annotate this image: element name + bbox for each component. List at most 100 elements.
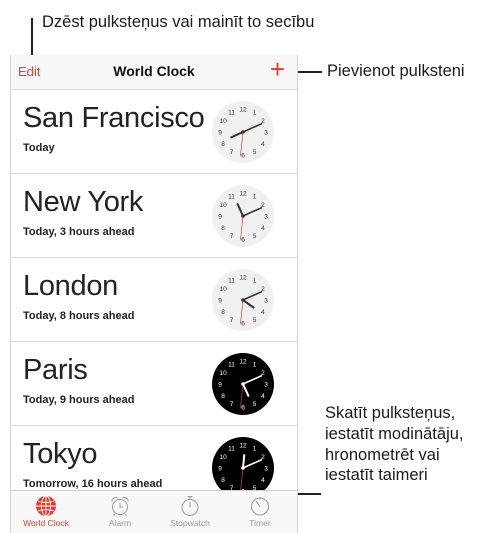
clock-numeral: 8 [221, 309, 225, 316]
city-name: Paris [23, 354, 88, 386]
clock-numeral: 4 [261, 225, 265, 232]
analog-clock: 123456789101112 [212, 101, 274, 163]
alarm-icon [111, 496, 129, 517]
city-name: London [23, 270, 118, 302]
tab-world-clock[interactable]: World Clock [15, 495, 77, 528]
clock-hub [241, 382, 245, 386]
time-offset: Today, 8 hours ahead [23, 310, 135, 322]
clock-hub [241, 298, 245, 302]
clock-numeral: 12 [239, 358, 247, 365]
clock-numeral: 10 [219, 118, 227, 125]
clock-numeral: 1 [253, 277, 257, 284]
tab-bar: World Clock Alarm Stopwatch Timer [11, 490, 297, 533]
clock-numeral: 6 [241, 236, 245, 243]
clock-numeral: 11 [228, 361, 235, 368]
clock-hub [241, 130, 245, 134]
clock-numeral: 3 [264, 129, 268, 136]
clock-numeral: 4 [261, 477, 265, 484]
clock-numeral: 6 [241, 404, 245, 411]
clock-numeral: 9 [218, 297, 222, 304]
city-name: Tokyo [23, 438, 98, 470]
clock-numeral: 12 [239, 442, 247, 449]
clock-numeral: 8 [221, 477, 225, 484]
clock-row[interactable]: London Today, 8 hours ahead 1 2 3 4 5 6 7 8 9 10 11 1… [11, 258, 297, 342]
clock-numeral: 12 [239, 274, 247, 281]
time-offset: Today [23, 142, 55, 154]
globe-icon [36, 495, 56, 517]
world-clock-screen: Edit World Clock + San Francisco Today 1 2 3… [10, 55, 298, 533]
stopwatch-icon [181, 496, 199, 516]
clock-numeral: 10 [219, 286, 227, 293]
clock-numeral: 3 [264, 297, 268, 304]
clock-numeral: 6 [241, 320, 245, 327]
clock-numeral: 7 [230, 233, 234, 240]
tab-label-world-clock: World Clock [23, 518, 69, 528]
callout-tabs-line-3: hronometrēt vai [325, 445, 440, 464]
callout-tabs: Skatīt pulksteņus, iestatīt modinātāju, … [325, 403, 464, 486]
clock-numeral: 6 [241, 152, 245, 159]
clock-numeral: 9 [218, 465, 222, 472]
clock-numeral: 7 [230, 317, 234, 324]
tab-label-alarm: Alarm [108, 518, 132, 528]
clock-numeral: 5 [253, 401, 257, 408]
clock-hub [241, 214, 245, 218]
clock-numeral: 1 [253, 445, 257, 452]
clock-numeral: 11 [228, 109, 235, 116]
tab-alarm[interactable]: Alarm [89, 495, 151, 528]
clock-numeral: 3 [264, 213, 268, 220]
analog-clock: 123456789101112 [212, 353, 274, 415]
callout-tabs-line-2: iestatīt modinātāju, [325, 424, 464, 443]
city-name: New York [23, 186, 144, 218]
hour-hand [242, 454, 246, 469]
clock-hub [241, 466, 245, 470]
clock-numeral: 11 [228, 277, 235, 284]
clock-numeral: 5 [253, 233, 257, 240]
clock-numeral: 4 [261, 141, 265, 148]
callout-edit: Dzēst pulksteņus vai mainīt to secību [42, 13, 315, 31]
clock-numeral: 1 [253, 193, 257, 200]
navigation-bar: Edit World Clock + [11, 55, 297, 90]
clock-numeral: 9 [218, 213, 222, 220]
clock-numeral: 7 [230, 149, 234, 156]
clock-numeral: 11 [228, 193, 235, 200]
clock-numeral: 8 [221, 141, 225, 148]
city-name: San Francisco [23, 102, 205, 134]
add-clock-button[interactable]: + [270, 56, 285, 82]
time-offset: Today, 3 hours ahead [23, 226, 135, 238]
callout-tabs-line-1: Skatīt pulksteņus, [325, 404, 456, 422]
tab-label-stopwatch: Stopwatch [170, 518, 210, 528]
clock-numeral: 4 [261, 309, 265, 316]
page-title: World Clock [113, 63, 195, 79]
callout-add: Pievienot pulksteni [327, 62, 465, 80]
tab-label-timer: Timer [249, 518, 271, 528]
clock-row[interactable]: Paris Today, 9 hours ahead 1 2 3 4 5 6 7 8 9 10 11 12 [11, 342, 297, 426]
tab-stopwatch[interactable]: Stopwatch [159, 495, 221, 528]
clock-numeral: 11 [228, 445, 235, 452]
clock-numeral: 12 [239, 106, 247, 113]
clock-numeral: 4 [261, 393, 265, 400]
clock-numeral: 7 [230, 401, 234, 408]
tab-timer[interactable]: Timer [229, 495, 291, 528]
clock-row[interactable]: New York Today, 3 hours ahead 1 2 3 4 5 6 7 8 9 10 1… [11, 174, 297, 258]
clock-numeral: 5 [253, 317, 257, 324]
clock-numeral: 8 [221, 225, 225, 232]
analog-clock: 123456789101112 [212, 269, 274, 331]
clock-numeral: 9 [218, 381, 222, 388]
clock-numeral: 1 [253, 109, 257, 116]
clock-numeral: 5 [253, 149, 257, 156]
time-offset: Tomorrow, 16 hours ahead [23, 478, 163, 490]
clock-numeral: 1 [253, 361, 257, 368]
clock-numeral: 9 [218, 129, 222, 136]
clock-numeral: 3 [264, 465, 268, 472]
clock-numeral: 3 [264, 381, 268, 388]
clock-numeral: 8 [221, 393, 225, 400]
clock-numeral: 10 [219, 454, 227, 461]
clock-row[interactable]: San Francisco Today 1 2 3 4 5 6 7 8 9 10 11 12 [11, 90, 297, 174]
timer-icon [251, 497, 269, 516]
clock-numeral: 12 [239, 190, 247, 197]
time-offset: Today, 9 hours ahead [23, 394, 135, 406]
callout-tabs-line-4: iestatīt taimeri [325, 466, 428, 485]
clock-numeral: 10 [219, 370, 227, 377]
clock-numeral: 10 [219, 202, 227, 209]
analog-clock: 123456789101112 [212, 185, 274, 247]
